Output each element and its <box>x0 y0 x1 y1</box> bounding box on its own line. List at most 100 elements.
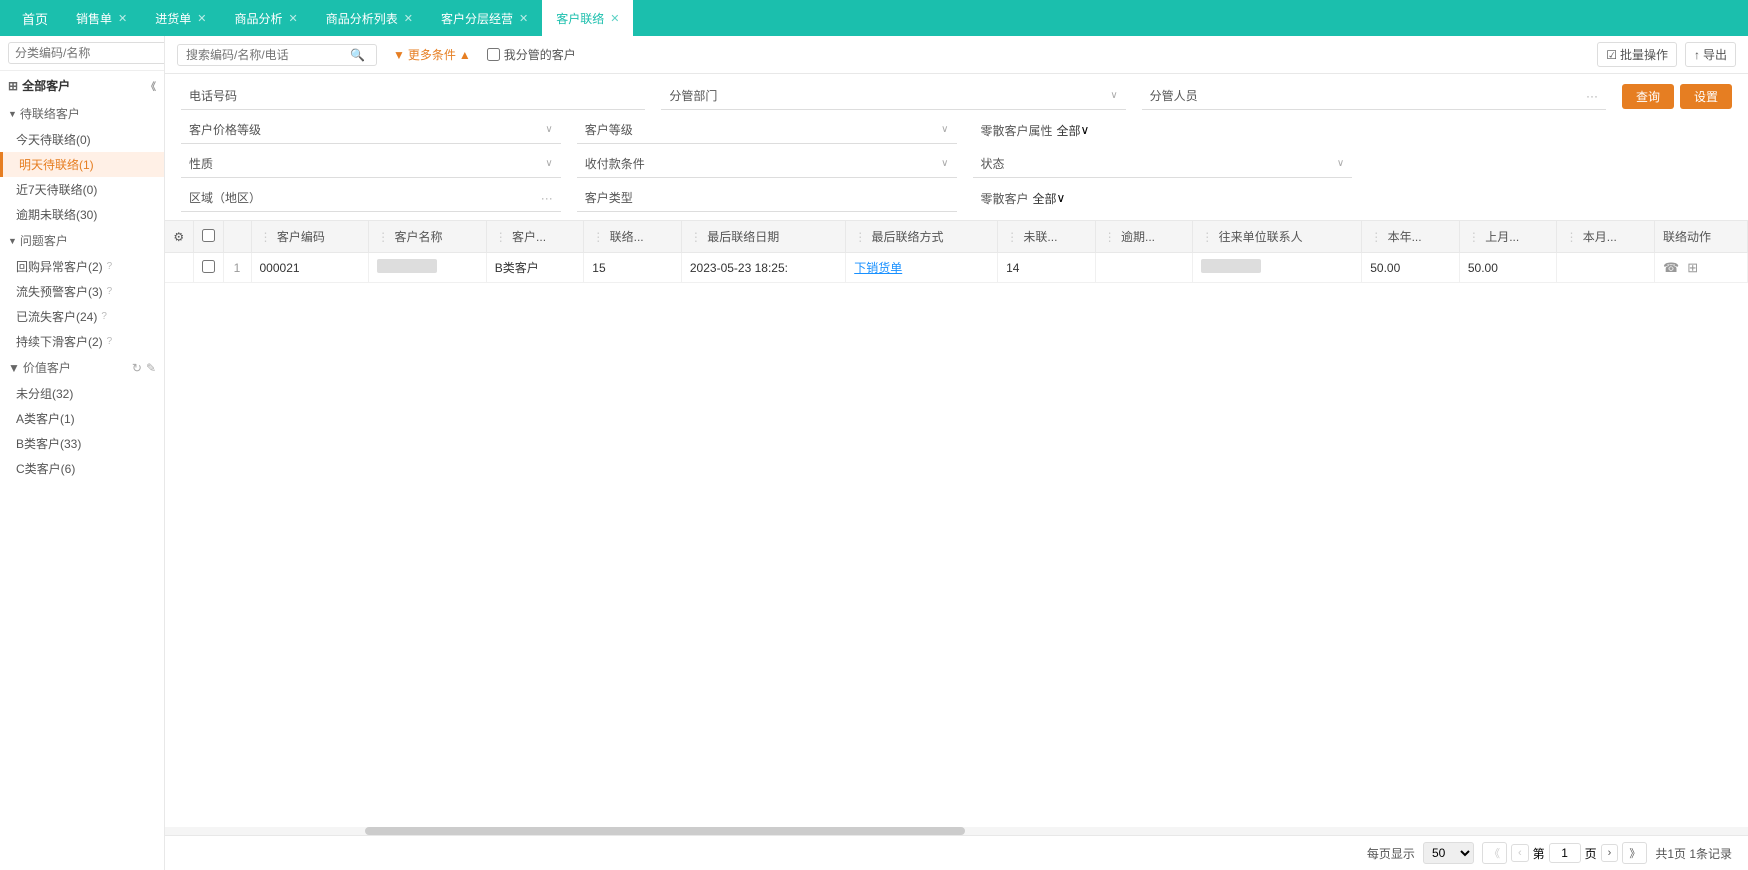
filter-nature-arrow[interactable]: ∨ <box>545 158 552 169</box>
col-name-icon: ⋮ <box>377 230 389 244</box>
filter-customer-level-arrow[interactable]: ∨ <box>941 124 948 135</box>
collapse-icon[interactable]: 《 <box>146 78 156 93</box>
row-overdue <box>1095 253 1193 283</box>
nav-tab-purchase[interactable]: 进货单 ✕ <box>141 0 220 36</box>
sidebar-item-declining[interactable]: 持续下滑客户(2) ? <box>0 329 164 354</box>
filter-manager-label: 分管人员 <box>1150 87 1198 104</box>
close-purchase-icon[interactable]: ✕ <box>197 12 206 25</box>
sidebar-item-b-class[interactable]: B类客户(33) <box>0 431 164 456</box>
sidebar-item-ungrouped[interactable]: 未分组(32) <box>0 381 164 406</box>
row-last-method[interactable]: 下销货单 <box>846 253 998 283</box>
filter-manager: 分管人员 ··· <box>1142 82 1606 110</box>
filter-region-dots[interactable]: ··· <box>541 191 553 205</box>
page-input[interactable] <box>1549 843 1581 863</box>
sidebar-item-churned[interactable]: 已流失客户(24) ? <box>0 304 164 329</box>
filter-row-4: 区域（地区） ··· 客户类型 零散客户 全部 ∨ <box>181 184 1732 212</box>
filter-actions: 查询 设置 <box>1622 84 1732 109</box>
horizontal-scrollbar[interactable] <box>165 827 1748 835</box>
filter-more-button[interactable]: ▼ 更多条件 ▲ <box>385 43 479 66</box>
filter-retail-attr: 零散客户属性 全部 ∨ <box>973 122 1353 139</box>
row-checkbox-cell[interactable] <box>193 253 223 283</box>
main-layout: 🔍 ⊞ 全部客户 《 ▼ 待联络客户 今天待联络(0) 明天待联络(1) 近7天… <box>0 36 1748 870</box>
first-page-button[interactable]: 《 <box>1482 842 1507 864</box>
customer-name-masked <box>377 259 437 273</box>
export-icon: ↑ <box>1694 48 1700 62</box>
sidebar-all-customers[interactable]: ⊞ 全部客户 《 <box>0 71 164 100</box>
nav-tab-customer-tier[interactable]: 客户分层经营 ✕ <box>427 0 542 36</box>
refresh-icon[interactable]: ↻ <box>132 361 142 375</box>
col-this-year: ⋮ 本年... <box>1362 221 1460 253</box>
filter-payment-arrow[interactable]: ∨ <box>941 158 948 169</box>
row-uncontacted: 14 <box>998 253 1096 283</box>
filter-retail-customer-value[interactable]: 全部 <box>1033 190 1057 207</box>
sidebar-item-overdue[interactable]: 逾期未联络(30) <box>0 202 164 227</box>
sidebar-group-problem[interactable]: ▼ 问题客户 <box>0 227 164 254</box>
close-analysis-icon[interactable]: ✕ <box>289 12 298 25</box>
sidebar-item-today[interactable]: 今天待联络(0) <box>0 127 164 152</box>
filter-dept-arrow[interactable]: ∨ <box>1110 90 1117 101</box>
batch-operation-button[interactable]: ☑ 批量操作 <box>1597 42 1677 67</box>
filter-manager-dots[interactable]: ··· <box>1586 89 1598 103</box>
prev-page-button[interactable]: ‹ <box>1511 844 1529 862</box>
col-settings[interactable]: ⚙ <box>165 221 193 253</box>
filter-price-level-arrow[interactable]: ∨ <box>545 124 552 135</box>
close-sales-icon[interactable]: ✕ <box>118 12 127 25</box>
last-page-button[interactable]: 》 <box>1622 842 1647 864</box>
query-button[interactable]: 查询 <box>1622 84 1674 109</box>
call-icon[interactable]: ☎ <box>1663 260 1679 276</box>
close-analysis-list-icon[interactable]: ✕ <box>404 12 413 25</box>
col-checkbox[interactable] <box>193 221 223 253</box>
select-all-checkbox[interactable] <box>202 229 215 242</box>
edit-icon[interactable]: ✎ <box>146 361 156 375</box>
filter-retail-customer-arrow[interactable]: ∨ <box>1057 191 1066 205</box>
filter-customer-type: 客户类型 <box>577 184 957 212</box>
close-customer-tier-icon[interactable]: ✕ <box>519 12 528 25</box>
sidebar-item-a-class[interactable]: A类客户(1) <box>0 406 164 431</box>
row-type: B类客户 <box>486 253 584 283</box>
sidebar-item-churn-warning[interactable]: 流失预警客户(3) ? <box>0 279 164 304</box>
help-icon-4[interactable]: ? <box>107 336 113 347</box>
sidebar-item-7days[interactable]: 近7天待联络(0) <box>0 177 164 202</box>
filter-status-arrow[interactable]: ∨ <box>1337 158 1344 169</box>
top-nav: 首页 销售单 ✕ 进货单 ✕ 商品分析 ✕ 商品分析列表 ✕ 客户分层经营 ✕ … <box>0 0 1748 36</box>
nav-tab-customer-contact[interactable]: 客户联络 ✕ <box>542 0 633 36</box>
col-last-method-icon: ⋮ <box>854 230 866 244</box>
page-size-select[interactable]: 50 10 20 100 <box>1423 842 1474 864</box>
close-customer-contact-icon[interactable]: ✕ <box>610 12 619 25</box>
nav-tab-analysis[interactable]: 商品分析 ✕ <box>220 0 311 36</box>
sidebar-item-tomorrow[interactable]: 明天待联络(1) <box>0 152 164 177</box>
row-name[interactable] <box>369 253 487 283</box>
filter-arrow-icon: ▲ <box>459 48 471 62</box>
filter-retail-attr-arrow[interactable]: ∨ <box>1081 123 1090 137</box>
settings-button[interactable]: 设置 <box>1680 84 1732 109</box>
row-num: 1 <box>223 253 251 283</box>
toolbar-search-input[interactable] <box>186 48 346 62</box>
filter-retail-attr-value[interactable]: 全部 <box>1057 122 1081 139</box>
row-code[interactable]: 000021 <box>251 253 369 283</box>
next-page-button[interactable]: › <box>1601 844 1619 862</box>
my-customers-checkbox-label[interactable]: 我分管的客户 <box>487 46 576 63</box>
sidebar-item-abnormal[interactable]: 回购异常客户(2) ? <box>0 254 164 279</box>
sidebar-search-input[interactable] <box>8 42 165 64</box>
help-icon-3[interactable]: ? <box>101 311 107 322</box>
filter-row-1: 电话号码 分管部门 ∨ 分管人员 ··· 查询 设置 <box>181 82 1732 110</box>
toolbar-search-box: 🔍 <box>177 44 377 66</box>
sidebar-group-pending[interactable]: ▼ 待联络客户 <box>0 100 164 127</box>
triangle-icon-3[interactable]: ▼ <box>8 361 20 375</box>
col-last-date: ⋮ 最后联络日期 <box>681 221 845 253</box>
settings-icon[interactable]: ⚙ <box>173 230 184 244</box>
help-icon-1[interactable]: ? <box>107 261 113 272</box>
export-button[interactable]: ↑ 导出 <box>1685 42 1736 67</box>
grid-icon: ⊞ <box>8 79 18 93</box>
nav-tab-sales[interactable]: 销售单 ✕ <box>62 0 141 36</box>
toolbar-search-icon[interactable]: 🔍 <box>350 48 365 62</box>
nav-tab-analysis-list[interactable]: 商品分析列表 ✕ <box>312 0 427 36</box>
nav-home[interactable]: 首页 <box>8 0 62 36</box>
scrollbar-thumb[interactable] <box>365 827 965 835</box>
qr-icon[interactable]: ⊞ <box>1687 260 1698 276</box>
help-icon-2[interactable]: ? <box>107 286 113 297</box>
my-customers-checkbox[interactable] <box>487 48 500 61</box>
row-checkbox[interactable] <box>202 260 215 273</box>
col-this-year-icon: ⋮ <box>1370 230 1382 244</box>
sidebar-item-c-class[interactable]: C类客户(6) <box>0 456 164 481</box>
